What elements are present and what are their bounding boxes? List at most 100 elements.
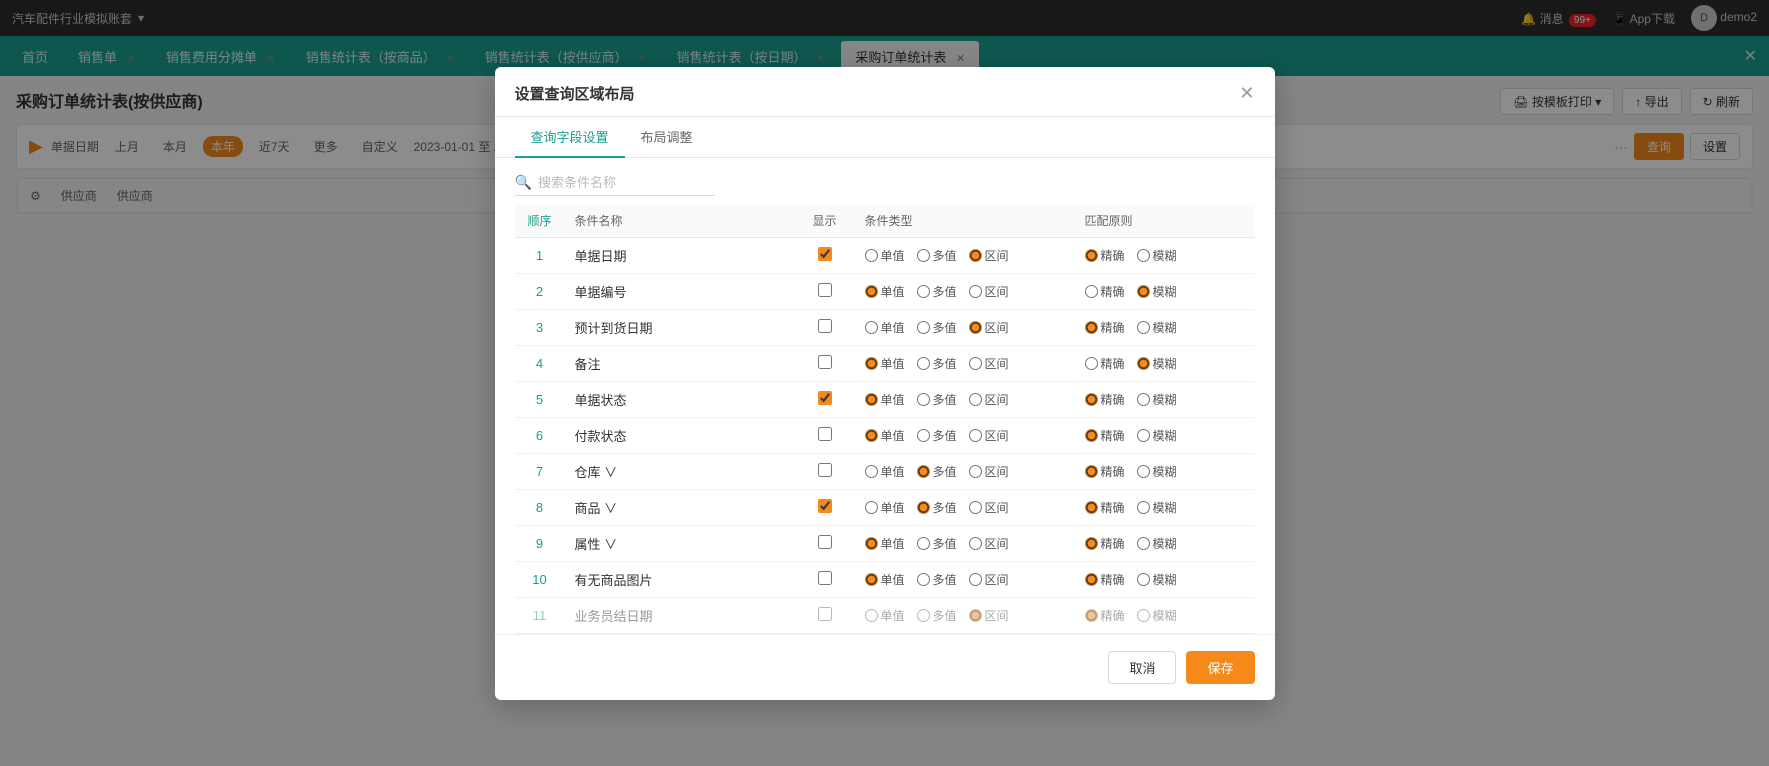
match-fuzzy-radio[interactable] (1137, 393, 1150, 406)
match-exact-label[interactable]: 精确 (1085, 607, 1125, 624)
type-range-radio[interactable] (969, 321, 982, 334)
row-show-cell[interactable] (795, 381, 855, 417)
type-range-label[interactable]: 区间 (969, 319, 1009, 336)
type-single-radio[interactable] (865, 501, 878, 514)
match-exact-radio[interactable] (1085, 609, 1098, 622)
match-exact-label[interactable]: 精确 (1085, 283, 1125, 300)
show-checkbox[interactable] (818, 355, 832, 369)
match-fuzzy-label[interactable]: 模糊 (1137, 427, 1177, 444)
type-range-label[interactable]: 区间 (969, 247, 1009, 264)
type-single-label[interactable]: 单值 (865, 499, 905, 516)
type-single-label[interactable]: 单值 (865, 571, 905, 588)
match-fuzzy-radio[interactable] (1137, 249, 1150, 262)
type-single-radio[interactable] (865, 393, 878, 406)
type-single-label[interactable]: 单值 (865, 283, 905, 300)
match-exact-radio[interactable] (1085, 537, 1098, 550)
match-fuzzy-radio[interactable] (1137, 537, 1150, 550)
type-single-radio[interactable] (865, 537, 878, 550)
match-exact-label[interactable]: 精确 (1085, 535, 1125, 552)
row-show-cell[interactable] (795, 237, 855, 273)
type-range-radio[interactable] (969, 249, 982, 262)
show-checkbox[interactable] (818, 319, 832, 333)
show-checkbox[interactable] (818, 535, 832, 549)
match-fuzzy-radio[interactable] (1137, 285, 1150, 298)
type-multi-label[interactable]: 多值 (917, 571, 957, 588)
row-show-cell[interactable] (795, 309, 855, 345)
row-show-cell[interactable] (795, 417, 855, 453)
type-single-radio[interactable] (865, 429, 878, 442)
type-multi-radio[interactable] (917, 249, 930, 262)
type-range-label[interactable]: 区间 (969, 463, 1009, 480)
type-range-radio[interactable] (969, 537, 982, 550)
type-range-label[interactable]: 区间 (969, 535, 1009, 552)
type-single-label[interactable]: 单值 (865, 247, 905, 264)
save-button[interactable]: 保存 (1186, 651, 1254, 684)
match-exact-radio[interactable] (1085, 465, 1098, 478)
show-checkbox[interactable] (818, 607, 832, 621)
match-fuzzy-label[interactable]: 模糊 (1137, 571, 1177, 588)
show-checkbox[interactable] (818, 427, 832, 441)
match-fuzzy-label[interactable]: 模糊 (1137, 283, 1177, 300)
match-exact-radio[interactable] (1085, 249, 1098, 262)
type-single-radio[interactable] (865, 285, 878, 298)
match-fuzzy-label[interactable]: 模糊 (1137, 463, 1177, 480)
type-range-radio[interactable] (969, 285, 982, 298)
match-fuzzy-radio[interactable] (1137, 501, 1150, 514)
type-range-label[interactable]: 区间 (969, 571, 1009, 588)
type-multi-label[interactable]: 多值 (917, 499, 957, 516)
match-exact-label[interactable]: 精确 (1085, 247, 1125, 264)
type-single-radio[interactable] (865, 321, 878, 334)
show-checkbox[interactable] (818, 247, 832, 261)
search-input[interactable] (538, 175, 698, 190)
row-show-cell[interactable] (795, 273, 855, 309)
match-fuzzy-label[interactable]: 模糊 (1137, 247, 1177, 264)
match-exact-label[interactable]: 精确 (1085, 391, 1125, 408)
type-range-radio[interactable] (969, 393, 982, 406)
type-single-label[interactable]: 单值 (865, 427, 905, 444)
type-range-label[interactable]: 区间 (969, 427, 1009, 444)
type-multi-label[interactable]: 多值 (917, 607, 957, 624)
match-fuzzy-radio[interactable] (1137, 429, 1150, 442)
match-exact-label[interactable]: 精确 (1085, 463, 1125, 480)
type-multi-label[interactable]: 多值 (917, 355, 957, 372)
type-multi-radio[interactable] (917, 501, 930, 514)
type-range-radio[interactable] (969, 357, 982, 370)
match-fuzzy-label[interactable]: 模糊 (1137, 391, 1177, 408)
row-show-cell[interactable] (795, 453, 855, 489)
show-checkbox[interactable] (818, 391, 832, 405)
cancel-button[interactable]: 取消 (1108, 651, 1176, 684)
match-exact-radio[interactable] (1085, 285, 1098, 298)
row-show-cell[interactable] (795, 489, 855, 525)
type-single-radio[interactable] (865, 357, 878, 370)
show-checkbox[interactable] (818, 571, 832, 585)
match-exact-radio[interactable] (1085, 429, 1098, 442)
match-exact-label[interactable]: 精确 (1085, 571, 1125, 588)
show-checkbox[interactable] (818, 499, 832, 513)
type-multi-label[interactable]: 多值 (917, 247, 957, 264)
type-range-label[interactable]: 区间 (969, 391, 1009, 408)
type-multi-label[interactable]: 多值 (917, 463, 957, 480)
show-checkbox[interactable] (818, 463, 832, 477)
match-fuzzy-label[interactable]: 模糊 (1137, 607, 1177, 624)
match-exact-radio[interactable] (1085, 393, 1098, 406)
type-single-radio[interactable] (865, 609, 878, 622)
match-exact-label[interactable]: 精确 (1085, 499, 1125, 516)
type-single-label[interactable]: 单值 (865, 463, 905, 480)
type-range-radio[interactable] (969, 573, 982, 586)
type-range-label[interactable]: 区间 (969, 607, 1009, 624)
row-show-cell[interactable] (795, 597, 855, 633)
type-multi-radio[interactable] (917, 429, 930, 442)
type-single-label[interactable]: 单值 (865, 319, 905, 336)
type-multi-label[interactable]: 多值 (917, 427, 957, 444)
match-fuzzy-radio[interactable] (1137, 357, 1150, 370)
match-exact-label[interactable]: 精确 (1085, 319, 1125, 336)
type-range-label[interactable]: 区间 (969, 283, 1009, 300)
row-show-cell[interactable] (795, 561, 855, 597)
type-multi-label[interactable]: 多值 (917, 391, 957, 408)
match-fuzzy-radio[interactable] (1137, 609, 1150, 622)
type-multi-radio[interactable] (917, 465, 930, 478)
tab-layout-adjust[interactable]: 布局调整 (625, 117, 709, 158)
type-single-label[interactable]: 单值 (865, 355, 905, 372)
match-fuzzy-label[interactable]: 模糊 (1137, 535, 1177, 552)
type-multi-radio[interactable] (917, 357, 930, 370)
